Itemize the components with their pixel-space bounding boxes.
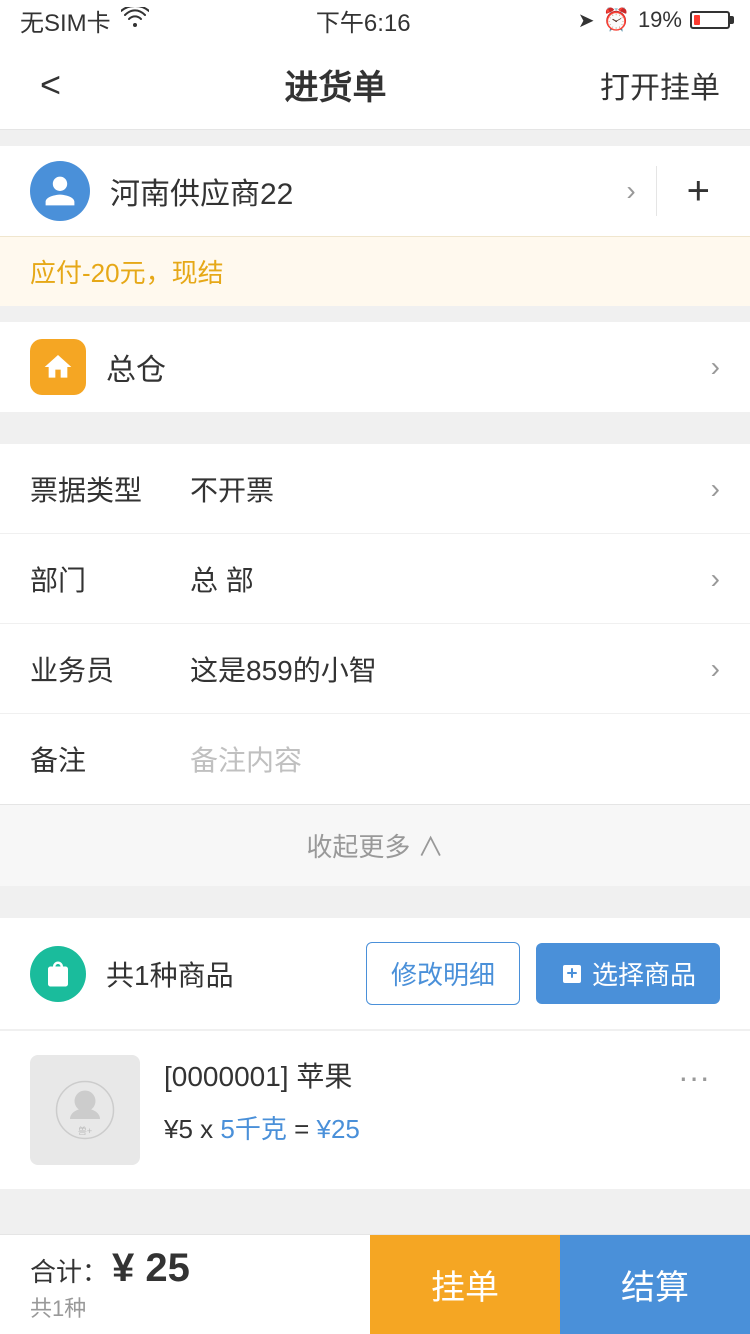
status-left: 无SIM卡	[20, 3, 149, 38]
product-name: [0000001] 苹果	[164, 1055, 668, 1095]
product-price: ¥5 x 5千克 = ¥25	[164, 1109, 668, 1146]
department-value: 总 部	[190, 559, 711, 599]
add-supplier-button[interactable]: +	[677, 159, 720, 224]
product-item: 兽+ [0000001] 苹果 ¥5 x 5千克 = ¥25 ···	[0, 1030, 750, 1189]
bottom-bar: 合计： ¥ 25 共1种 挂单 结算	[0, 1234, 750, 1334]
choose-product-label: 选择商品	[592, 955, 696, 992]
supplier-chevron-icon: ›	[626, 175, 635, 207]
add-product-icon	[560, 962, 584, 986]
back-button[interactable]: <	[30, 54, 71, 116]
product-more-button[interactable]: ···	[668, 1055, 720, 1100]
total-count: 共1种	[30, 1291, 340, 1323]
supplier-avatar	[30, 161, 90, 221]
warehouse-chevron-icon: ›	[711, 351, 720, 383]
edit-detail-button[interactable]: 修改明细	[366, 942, 520, 1005]
supplier-avatar-icon	[42, 173, 78, 209]
nav-bar: < 进货单 打开挂单	[0, 40, 750, 130]
supplier-section: 河南供应商22 › + 应付-20元，现结	[0, 146, 750, 306]
product-quantity: 5千克	[220, 1114, 286, 1144]
products-header: 共1种商品 修改明细 选择商品	[0, 918, 750, 1030]
open-hang-button[interactable]: 打开挂单	[600, 63, 720, 107]
salesperson-row[interactable]: 业务员 这是859的小智 ›	[0, 624, 750, 714]
alarm-icon: ⏰	[603, 7, 630, 33]
hang-button[interactable]: 挂单	[370, 1235, 560, 1334]
warehouse-icon	[30, 339, 86, 395]
total-label: 合计：	[30, 1252, 108, 1289]
department-label: 部门	[30, 559, 170, 599]
divider-1	[0, 130, 750, 146]
product-title: 苹果	[296, 1061, 352, 1092]
form-section: 票据类型 不开票 › 部门 总 部 › 业务员 这是859的小智 › 备注 备注…	[0, 444, 750, 804]
product-placeholder-icon: 兽+	[55, 1080, 115, 1140]
battery-icon	[690, 11, 730, 29]
warehouse-section: 总仓 ›	[0, 322, 750, 412]
invoice-type-row[interactable]: 票据类型 不开票 ›	[0, 444, 750, 534]
total-section: 合计： ¥ 25 共1种	[0, 1235, 370, 1334]
checkout-button[interactable]: 结算	[560, 1235, 750, 1334]
divider-3	[0, 412, 750, 428]
department-row[interactable]: 部门 总 部 ›	[0, 534, 750, 624]
warehouse-row[interactable]: 总仓 ›	[0, 322, 750, 412]
invoice-type-label: 票据类型	[30, 469, 170, 509]
product-code: [0000001]	[164, 1061, 296, 1092]
remark-label: 备注	[30, 739, 170, 779]
svg-text:兽+: 兽+	[78, 1125, 92, 1136]
supplier-divider	[656, 166, 657, 216]
supplier-row[interactable]: 河南供应商22 › +	[0, 146, 750, 236]
product-thumbnail: 兽+	[30, 1055, 140, 1165]
choose-product-button[interactable]: 选择商品	[536, 943, 720, 1004]
status-right: ➤ ⏰ 19%	[578, 7, 730, 33]
products-section: 共1种商品 修改明细 选择商品 兽+ [0000001] 苹果 ¥5 x 5千克…	[0, 918, 750, 1189]
page-title: 进货单	[285, 60, 387, 109]
invoice-type-chevron-icon: ›	[711, 473, 720, 505]
battery-percent: 19%	[638, 7, 682, 33]
total-amount: ¥ 25	[112, 1246, 190, 1291]
salesperson-value: 这是859的小智	[190, 649, 711, 689]
status-time: 下午6:16	[316, 3, 411, 38]
product-equals: =	[287, 1114, 317, 1144]
product-unit-price: ¥5 x	[164, 1114, 220, 1144]
product-count-label: 共1种商品	[106, 954, 366, 994]
product-total-price: ¥25	[316, 1114, 359, 1144]
remark-row[interactable]: 备注 备注内容	[0, 714, 750, 804]
divider-2	[0, 306, 750, 322]
department-chevron-icon: ›	[711, 563, 720, 595]
carrier-label: 无SIM卡	[20, 3, 111, 38]
notice-bar: 应付-20元，现结	[0, 236, 750, 306]
wifi-icon	[121, 6, 149, 34]
warehouse-building-icon	[42, 351, 74, 383]
remark-input[interactable]: 备注内容	[190, 739, 720, 779]
shopping-bag-icon	[43, 959, 73, 989]
supplier-name: 河南供应商22	[110, 169, 626, 213]
collapse-button[interactable]: 收起更多 ∧	[0, 804, 750, 886]
location-icon: ➤	[578, 8, 595, 33]
invoice-type-value: 不开票	[190, 469, 711, 509]
divider-4	[0, 886, 750, 902]
salesperson-label: 业务员	[30, 649, 170, 689]
status-bar: 无SIM卡 下午6:16 ➤ ⏰ 19%	[0, 0, 750, 40]
notice-text: 应付-20元，现结	[30, 258, 224, 288]
warehouse-name: 总仓	[106, 345, 711, 389]
product-info: [0000001] 苹果 ¥5 x 5千克 = ¥25	[164, 1055, 668, 1146]
salesperson-chevron-icon: ›	[711, 653, 720, 685]
product-count-icon	[30, 946, 86, 1002]
